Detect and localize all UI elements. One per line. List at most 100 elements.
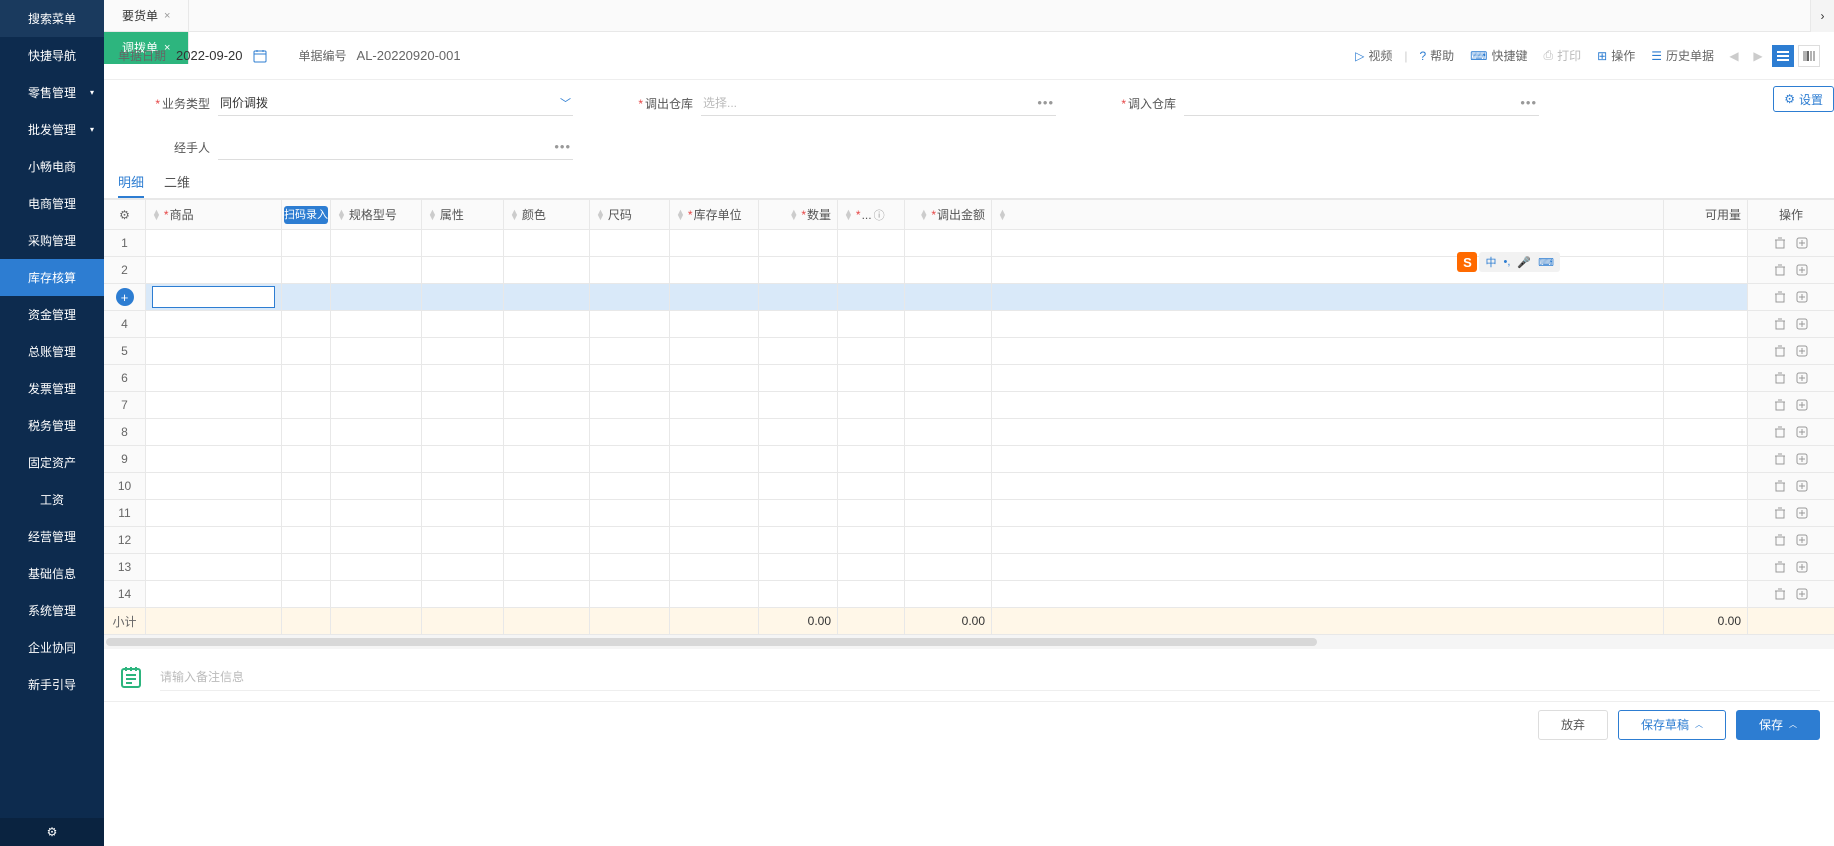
cell[interactable] (838, 338, 905, 364)
ime-widget[interactable]: S 中 •, 🎤 ⌨ (1457, 252, 1560, 272)
sidebar-item-15[interactable]: 基础信息 (0, 555, 104, 592)
cell[interactable] (905, 500, 992, 526)
sidebar-item-13[interactable]: 工资 (0, 481, 104, 518)
sidebar-item-4[interactable]: 小畅电商 (0, 148, 104, 185)
save-button[interactable]: 保存︿ (1736, 710, 1820, 740)
cell[interactable] (590, 392, 670, 418)
cell[interactable] (590, 527, 670, 553)
delete-icon[interactable] (1774, 291, 1786, 303)
table-row[interactable]: 11 (104, 500, 1834, 527)
cell[interactable] (331, 473, 422, 499)
table-row[interactable]: + (104, 284, 1834, 311)
delete-icon[interactable] (1774, 399, 1786, 411)
cell[interactable] (331, 392, 422, 418)
copy-icon[interactable] (1796, 264, 1808, 276)
copy-icon[interactable] (1796, 588, 1808, 600)
cell-product[interactable] (146, 473, 282, 499)
cell[interactable] (759, 500, 838, 526)
cell[interactable] (670, 500, 759, 526)
copy-icon[interactable] (1796, 480, 1808, 492)
table-row[interactable]: 12 (104, 527, 1834, 554)
sidebar-item-5[interactable]: 电商管理 (0, 185, 104, 222)
cell[interactable] (759, 311, 838, 337)
cell[interactable] (670, 338, 759, 364)
cell[interactable] (282, 338, 331, 364)
cell[interactable] (422, 581, 504, 607)
cell[interactable] (759, 419, 838, 445)
cell[interactable] (331, 338, 422, 364)
cell[interactable] (992, 230, 1664, 256)
cell[interactable] (838, 554, 905, 580)
cell[interactable] (282, 554, 331, 580)
settings-button[interactable]: ⚙ 设置 (1773, 86, 1834, 112)
cell[interactable] (992, 419, 1664, 445)
handler-select[interactable]: ••• (218, 134, 573, 160)
cell[interactable] (331, 446, 422, 472)
ime-mic-icon[interactable]: 🎤 (1517, 256, 1531, 269)
cell[interactable] (590, 230, 670, 256)
col-attr[interactable]: ▲▼属性 (422, 200, 504, 229)
cell[interactable] (1664, 419, 1748, 445)
cell[interactable] (759, 257, 838, 283)
table-row[interactable]: 4 (104, 311, 1834, 338)
col-color[interactable]: ▲▼颜色 (504, 200, 590, 229)
row-config[interactable]: ⚙ (104, 200, 146, 229)
cell-product[interactable] (146, 419, 282, 445)
cell[interactable] (282, 581, 331, 607)
delete-icon[interactable] (1774, 237, 1786, 249)
table-row[interactable]: 1 (104, 230, 1834, 257)
cell[interactable] (331, 500, 422, 526)
cell-product[interactable] (146, 365, 282, 391)
cell[interactable] (838, 311, 905, 337)
cell[interactable] (905, 284, 992, 310)
col-amount[interactable]: ▲▼*调出金额 (905, 200, 992, 229)
cell[interactable] (838, 230, 905, 256)
tab-1[interactable]: 要货单× (104, 0, 189, 32)
out-warehouse-select[interactable]: 选择... ••• (701, 90, 1056, 116)
doc-date-value[interactable]: 2022-09-20 (176, 48, 243, 63)
cell[interactable] (670, 392, 759, 418)
shortcut-button[interactable]: ⌨快捷键 (1464, 43, 1533, 68)
cell[interactable] (1664, 554, 1748, 580)
cell[interactable] (422, 446, 504, 472)
sidebar-item-0[interactable]: 搜索菜单 (0, 0, 104, 37)
delete-icon[interactable] (1774, 534, 1786, 546)
close-icon[interactable]: × (164, 10, 170, 22)
cell[interactable] (282, 446, 331, 472)
copy-icon[interactable] (1796, 561, 1808, 573)
cell[interactable] (992, 581, 1664, 607)
cell[interactable] (905, 230, 992, 256)
sidebar-item-1[interactable]: 快捷导航 (0, 37, 104, 74)
cell[interactable] (282, 527, 331, 553)
cell[interactable] (331, 311, 422, 337)
cell[interactable] (331, 365, 422, 391)
cell[interactable] (992, 284, 1664, 310)
cell[interactable] (759, 365, 838, 391)
view-mode-list[interactable] (1772, 45, 1794, 67)
table-row[interactable]: 2 (104, 257, 1834, 284)
cell[interactable] (504, 284, 590, 310)
cell[interactable] (282, 230, 331, 256)
cell[interactable] (905, 554, 992, 580)
cell[interactable] (670, 230, 759, 256)
calendar-icon[interactable] (253, 49, 267, 63)
cell[interactable] (331, 230, 422, 256)
cell-product[interactable] (146, 500, 282, 526)
cell[interactable] (504, 257, 590, 283)
cell[interactable] (759, 527, 838, 553)
cell[interactable] (838, 581, 905, 607)
cell[interactable] (1664, 284, 1748, 310)
biztype-select[interactable]: 同价调拨 ﹀ (218, 90, 573, 116)
cell[interactable] (992, 527, 1664, 553)
h-scrollbar[interactable] (104, 635, 1834, 649)
cell[interactable] (992, 554, 1664, 580)
cell[interactable] (838, 500, 905, 526)
sidebar-item-10[interactable]: 发票管理 (0, 370, 104, 407)
cell[interactable] (282, 284, 331, 310)
cell[interactable] (504, 338, 590, 364)
ime-punct-icon[interactable]: •, (1503, 256, 1510, 268)
next-doc[interactable]: ▶ (1748, 46, 1768, 66)
table-row[interactable]: 10 (104, 473, 1834, 500)
cell[interactable] (282, 419, 331, 445)
col-avail[interactable]: 可用量 (1664, 200, 1748, 229)
